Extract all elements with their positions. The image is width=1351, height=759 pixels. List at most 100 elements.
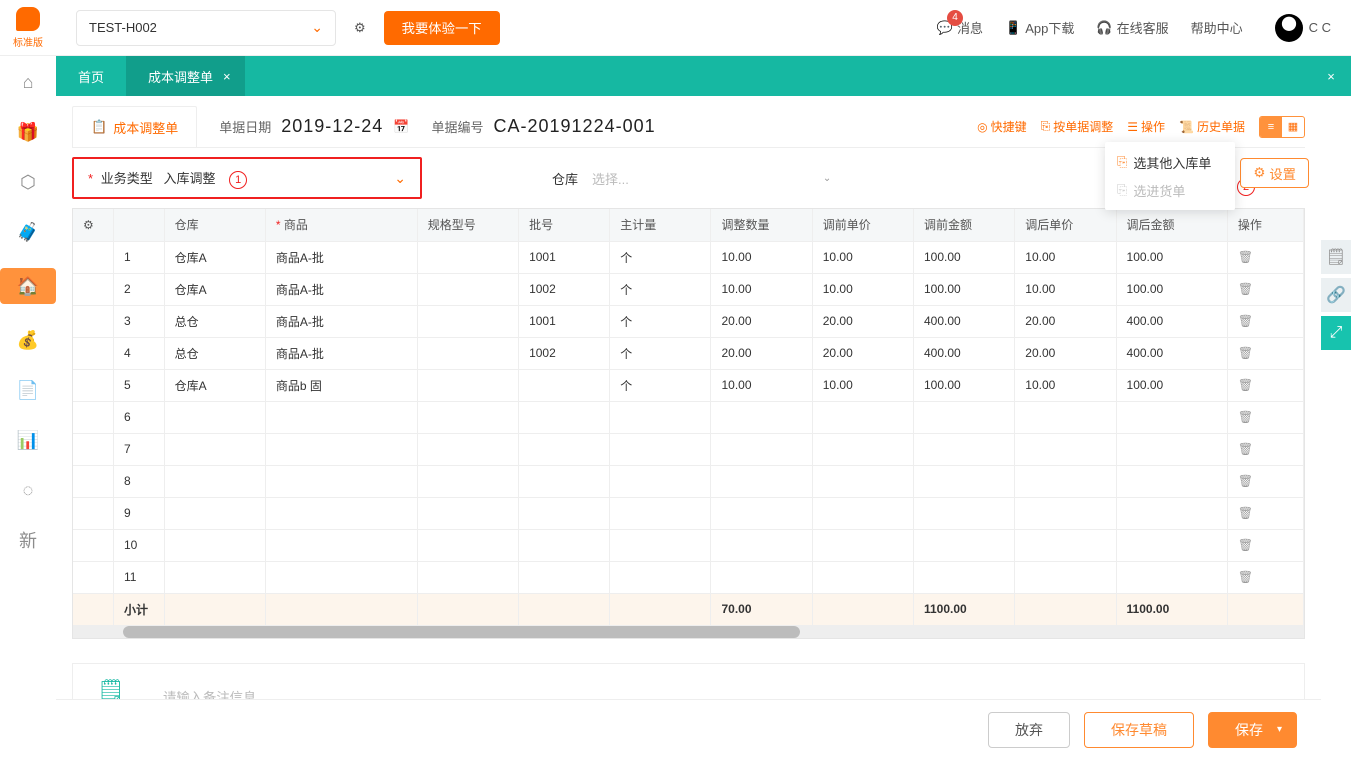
- cell-prod[interactable]: 商品A-批: [265, 337, 417, 369]
- dd-other-inbound[interactable]: ⎘ 选其他入库单: [1105, 148, 1235, 176]
- col-gear[interactable]: ⚙: [73, 209, 114, 241]
- cell-aup[interactable]: [1015, 561, 1116, 593]
- cta-button[interactable]: 我要体验一下: [384, 11, 500, 45]
- cell-aamt[interactable]: [1116, 497, 1227, 529]
- cell-qty[interactable]: [711, 401, 812, 433]
- customer-service-link[interactable]: 🎧 在线客服: [1096, 18, 1168, 37]
- cell-prod[interactable]: 商品b 固: [265, 369, 417, 401]
- cell-wh[interactable]: [164, 465, 265, 497]
- table-settings-button[interactable]: ⚙ 设置: [1240, 158, 1309, 188]
- cell-bamt[interactable]: 400.00: [914, 305, 1015, 337]
- cell-aamt[interactable]: [1116, 465, 1227, 497]
- cell-bup[interactable]: [812, 433, 913, 465]
- cell-aamt[interactable]: [1116, 561, 1227, 593]
- link-icon[interactable]: 🔗: [1321, 278, 1351, 312]
- cell-unit[interactable]: [610, 529, 711, 561]
- cell-bup[interactable]: [812, 465, 913, 497]
- save-draft-button[interactable]: 保存草稿: [1084, 712, 1194, 748]
- cell-unit[interactable]: 个: [610, 305, 711, 337]
- delete-icon[interactable]: 🗑: [1238, 314, 1253, 328]
- cell-batch[interactable]: 1002: [519, 273, 610, 305]
- cell-spec[interactable]: [417, 241, 518, 273]
- page-title-tab[interactable]: 📋 成本调整单: [72, 106, 197, 148]
- nav-cycle-icon[interactable]: ◌: [12, 476, 44, 504]
- nav-new-icon[interactable]: 新: [12, 526, 44, 554]
- cell-batch[interactable]: [519, 369, 610, 401]
- cell-aup[interactable]: 10.00: [1015, 369, 1116, 401]
- cell-spec[interactable]: [417, 273, 518, 305]
- table-row[interactable]: 7 🗑: [73, 433, 1304, 465]
- cell-prod[interactable]: [265, 497, 417, 529]
- tab-current[interactable]: 成本调整单 ×: [126, 56, 245, 96]
- cell-bamt[interactable]: 100.00: [914, 369, 1015, 401]
- delete-icon[interactable]: 🗑: [1238, 570, 1253, 584]
- cell-aamt[interactable]: 400.00: [1116, 305, 1227, 337]
- cell-unit[interactable]: [610, 497, 711, 529]
- cell-wh[interactable]: 总仓: [164, 305, 265, 337]
- cell-batch[interactable]: [519, 401, 610, 433]
- cell-wh[interactable]: 仓库A: [164, 273, 265, 305]
- delete-icon[interactable]: 🗑: [1238, 506, 1253, 520]
- cell-prod[interactable]: [265, 561, 417, 593]
- cell-bamt[interactable]: [914, 497, 1015, 529]
- cell-qty[interactable]: 10.00: [711, 241, 812, 273]
- cell-bamt[interactable]: [914, 401, 1015, 433]
- history-link[interactable]: 📜 历史单据: [1179, 118, 1245, 135]
- cell-spec[interactable]: [417, 465, 518, 497]
- cell-prod[interactable]: 商品A-批: [265, 305, 417, 337]
- nav-money-icon[interactable]: 💰: [12, 326, 44, 354]
- delete-icon[interactable]: 🗑: [1238, 378, 1253, 392]
- cell-aamt[interactable]: [1116, 433, 1227, 465]
- note-icon[interactable]: 🗒: [1321, 240, 1351, 274]
- cell-bamt[interactable]: 400.00: [914, 337, 1015, 369]
- adjust-link[interactable]: ⎘ 按单据调整: [1041, 118, 1114, 135]
- cell-bamt[interactable]: 100.00: [914, 273, 1015, 305]
- cell-prod[interactable]: [265, 529, 417, 561]
- cell-bup[interactable]: [812, 401, 913, 433]
- nav-gift-icon[interactable]: 🎁: [12, 118, 44, 146]
- cell-qty[interactable]: 20.00: [711, 337, 812, 369]
- cell-aup[interactable]: [1015, 433, 1116, 465]
- close-icon[interactable]: ×: [223, 69, 231, 84]
- help-link[interactable]: 帮助中心: [1191, 18, 1243, 37]
- cell-aup[interactable]: [1015, 497, 1116, 529]
- table-row[interactable]: 3 总仓 商品A-批 1001 个 20.00 20.00 400.00 20.…: [73, 305, 1304, 337]
- cell-prod[interactable]: [265, 433, 417, 465]
- cell-aamt[interactable]: 100.00: [1116, 273, 1227, 305]
- cell-wh[interactable]: [164, 529, 265, 561]
- nav-bag-icon[interactable]: 🧳: [12, 218, 44, 246]
- cell-spec[interactable]: [417, 529, 518, 561]
- delete-icon[interactable]: 🗑: [1238, 250, 1253, 264]
- warehouse-select[interactable]: 仓库 选择... ⌄: [552, 169, 831, 188]
- cell-prod[interactable]: [265, 401, 417, 433]
- cell-spec[interactable]: [417, 497, 518, 529]
- tab-home[interactable]: 首页: [56, 56, 126, 96]
- table-row[interactable]: 6 🗑: [73, 401, 1304, 433]
- cell-unit[interactable]: 个: [610, 337, 711, 369]
- cell-spec[interactable]: [417, 305, 518, 337]
- cell-prod[interactable]: 商品A-批: [265, 241, 417, 273]
- cell-aamt[interactable]: 400.00: [1116, 337, 1227, 369]
- cell-unit[interactable]: 个: [610, 273, 711, 305]
- logo[interactable]: 标准版: [0, 7, 56, 49]
- field-date[interactable]: 单据日期 2019-12-24 📅: [219, 116, 409, 137]
- cell-aup[interactable]: [1015, 465, 1116, 497]
- cell-wh[interactable]: [164, 433, 265, 465]
- cell-batch[interactable]: 1002: [519, 337, 610, 369]
- table-row[interactable]: 2 仓库A 商品A-批 1002 个 10.00 10.00 100.00 10…: [73, 273, 1304, 305]
- save-button[interactable]: 保存 ▾: [1208, 712, 1297, 748]
- cell-batch[interactable]: [519, 529, 610, 561]
- table-row[interactable]: 10 🗑: [73, 529, 1304, 561]
- cell-batch[interactable]: 1001: [519, 305, 610, 337]
- cell-unit[interactable]: [610, 433, 711, 465]
- cell-aamt[interactable]: [1116, 529, 1227, 561]
- delete-icon[interactable]: 🗑: [1238, 410, 1253, 424]
- cell-qty[interactable]: [711, 529, 812, 561]
- discard-button[interactable]: 放弃: [988, 712, 1070, 748]
- cell-qty[interactable]: [711, 433, 812, 465]
- cell-bup[interactable]: [812, 561, 913, 593]
- cell-wh[interactable]: [164, 401, 265, 433]
- table-row[interactable]: 1 仓库A 商品A-批 1001 个 10.00 10.00 100.00 10…: [73, 241, 1304, 273]
- nav-house-icon[interactable]: ⬡: [12, 168, 44, 196]
- delete-icon[interactable]: 🗑: [1238, 538, 1253, 552]
